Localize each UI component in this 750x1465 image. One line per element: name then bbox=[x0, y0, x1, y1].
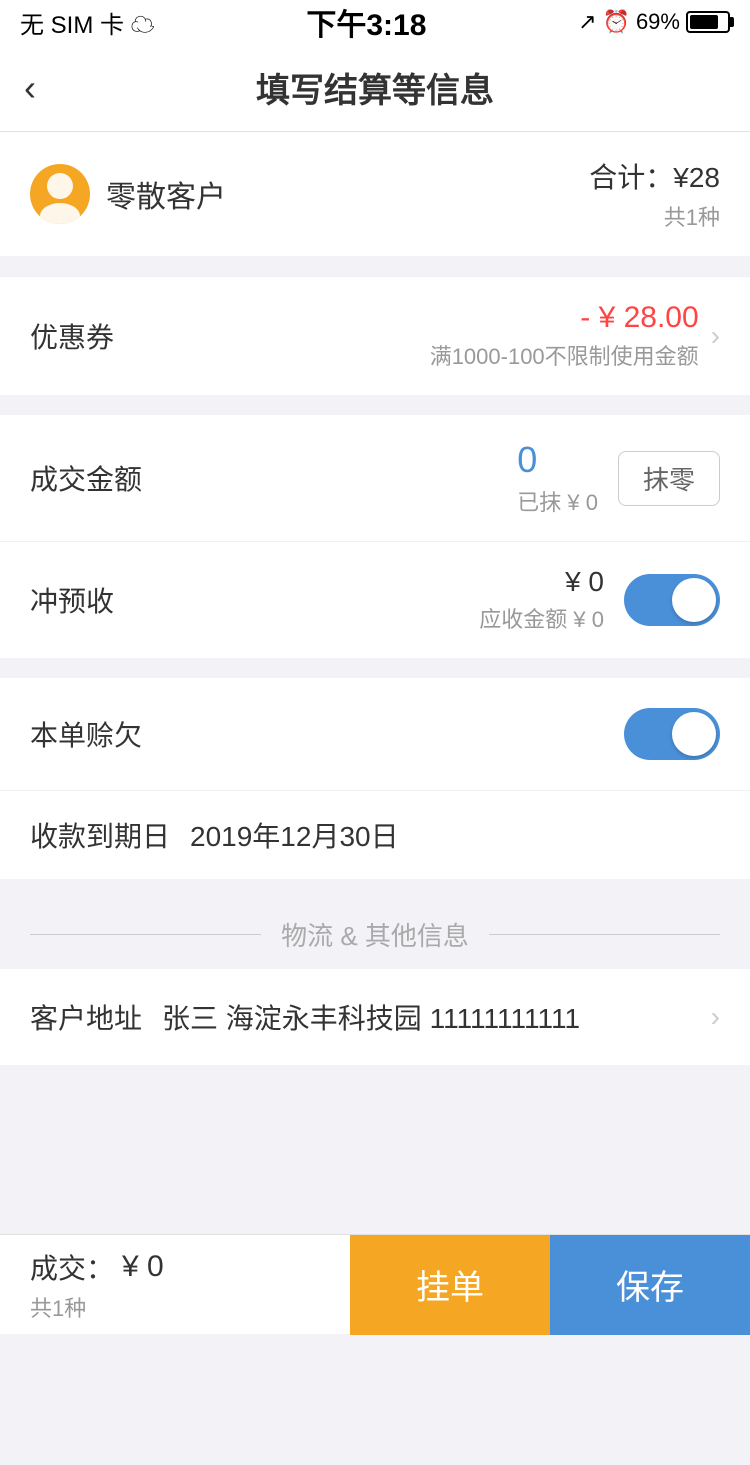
status-left: 无 SIM 卡 ☁ bbox=[20, 5, 155, 40]
transaction-label: 成交金额 bbox=[30, 458, 142, 498]
address-label: 客户地址 bbox=[30, 997, 142, 1037]
hang-order-button[interactable]: 挂单 bbox=[350, 1235, 550, 1335]
no-sim-text: 无 SIM 卡 ☁ bbox=[20, 5, 155, 40]
coupon-chevron-icon: › bbox=[711, 320, 720, 352]
location-icon: ↗ bbox=[578, 9, 596, 35]
bottom-deal-label: 成交： bbox=[30, 1247, 114, 1287]
round-zero-button[interactable]: 抹零 bbox=[618, 451, 720, 506]
address-section: 客户地址 张三 海淀永丰科技园 11111111111 › bbox=[0, 969, 750, 1065]
gap-1 bbox=[0, 256, 750, 276]
prepaid-amount: ¥ 0 bbox=[479, 566, 604, 598]
logistics-label: 物流 & 其他信息 bbox=[261, 916, 489, 953]
due-date-value: 2019年12月30日 bbox=[190, 815, 399, 855]
debt-toggle-knob bbox=[672, 712, 716, 756]
transaction-section: 成交金额 0 已抹 ¥ 0 抹零 冲预收 ¥ 0 应收金额 ¥ 0 bbox=[0, 415, 750, 658]
back-button[interactable]: ‹ bbox=[24, 67, 36, 109]
debt-label: 本单赊欠 bbox=[30, 714, 142, 754]
battery-icon bbox=[686, 11, 730, 33]
save-button[interactable]: 保存 bbox=[550, 1235, 750, 1335]
debt-row: 本单赊欠 bbox=[0, 678, 750, 790]
total-amount: 合计：¥28 bbox=[589, 156, 720, 196]
prepaid-label: 冲预收 bbox=[30, 580, 114, 620]
prepaid-toggle[interactable] bbox=[624, 574, 720, 626]
bottom-deal-amount: ¥ 0 bbox=[122, 1250, 164, 1284]
due-date-row[interactable]: 收款到期日 2019年12月30日 bbox=[0, 790, 750, 879]
customer-row: 零散客户 合计：¥28 共1种 bbox=[0, 132, 750, 256]
address-row[interactable]: 客户地址 张三 海淀永丰科技园 11111111111 › bbox=[0, 969, 750, 1065]
toggle-knob bbox=[672, 578, 716, 622]
gap-3 bbox=[0, 658, 750, 678]
page-title: 填写结算等信息 bbox=[256, 63, 494, 112]
coupon-row[interactable]: 优惠券 - ¥ 28.00 满1000-100不限制使用金额 › bbox=[0, 276, 750, 395]
alarm-icon: ⏰ bbox=[603, 9, 630, 35]
gap-4 bbox=[0, 879, 750, 899]
bottom-count: 共1种 bbox=[30, 1291, 320, 1323]
prepaid-receivable: 应收金额 ¥ 0 bbox=[479, 602, 604, 634]
logistics-divider: 物流 & 其他信息 bbox=[0, 899, 750, 969]
customer-section: 零散客户 合计：¥28 共1种 bbox=[0, 132, 750, 256]
bottom-bar: 成交： ¥ 0 共1种 挂单 保存 bbox=[0, 1234, 750, 1334]
avatar bbox=[30, 164, 90, 224]
status-bar: 无 SIM 卡 ☁ 下午3:18 ↗ ⏰ 69% bbox=[0, 0, 750, 44]
user-avatar-icon bbox=[30, 164, 90, 224]
transaction-sub: 已抹 ¥ 0 bbox=[517, 485, 598, 517]
transaction-row: 成交金额 0 已抹 ¥ 0 抹零 bbox=[0, 415, 750, 541]
total-count: 共1种 bbox=[589, 200, 720, 232]
address-chevron-icon: › bbox=[711, 1001, 720, 1033]
coupon-label: 优惠券 bbox=[30, 316, 114, 356]
coupon-desc: 满1000-100不限制使用金额 bbox=[430, 339, 699, 371]
debt-section: 本单赊欠 收款到期日 2019年12月30日 bbox=[0, 678, 750, 879]
prepaid-row: 冲预收 ¥ 0 应收金额 ¥ 0 bbox=[0, 541, 750, 658]
gap-2 bbox=[0, 395, 750, 415]
debt-toggle[interactable] bbox=[624, 708, 720, 760]
status-right: ↗ ⏰ 69% bbox=[578, 9, 730, 35]
divider-line-right bbox=[489, 934, 720, 935]
due-date-label: 收款到期日 bbox=[30, 815, 170, 855]
battery-percent: 69% bbox=[636, 9, 680, 35]
bottom-summary: 成交： ¥ 0 共1种 bbox=[0, 1247, 350, 1323]
coupon-value: - ¥ 28.00 bbox=[430, 301, 699, 335]
divider-line-left bbox=[30, 934, 261, 935]
status-time: 下午3:18 bbox=[306, 0, 426, 44]
customer-name: 零散客户 bbox=[106, 172, 226, 216]
nav-bar: ‹ 填写结算等信息 bbox=[0, 44, 750, 132]
coupon-section: 优惠券 - ¥ 28.00 满1000-100不限制使用金额 › bbox=[0, 276, 750, 395]
address-value: 张三 海淀永丰科技园 11111111111 bbox=[162, 997, 711, 1037]
transaction-amount[interactable]: 0 bbox=[517, 439, 598, 481]
